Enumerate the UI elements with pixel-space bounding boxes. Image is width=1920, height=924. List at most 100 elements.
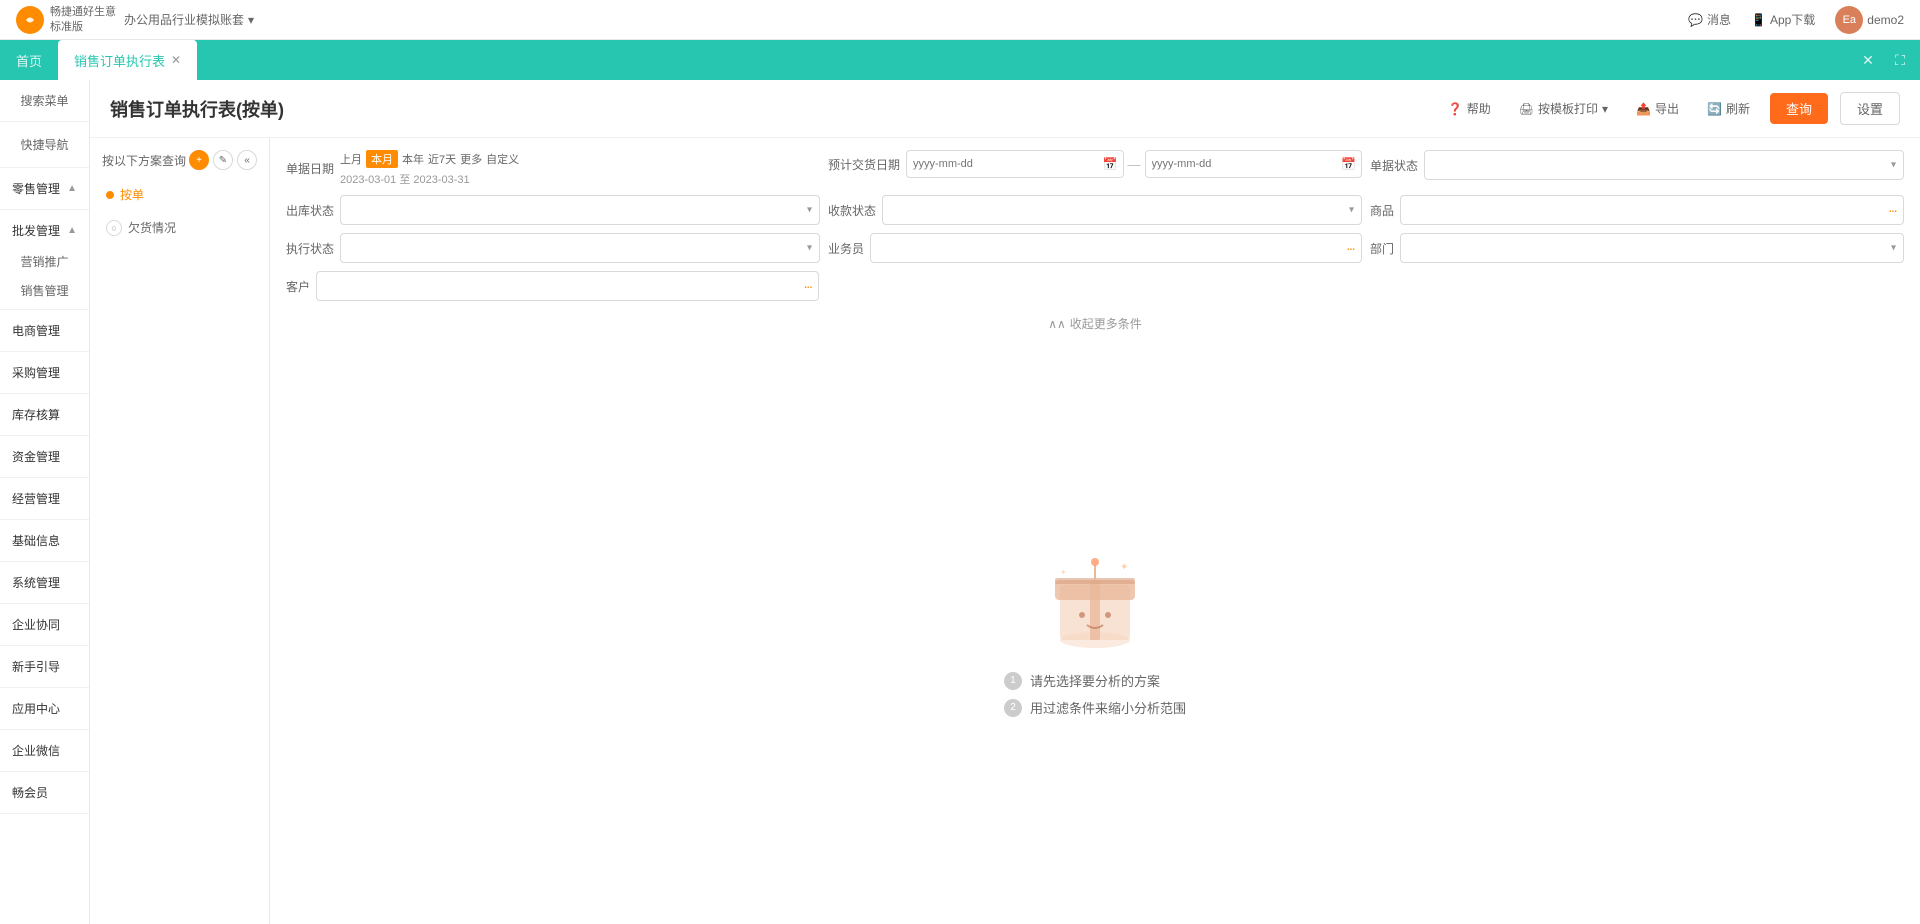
expected-date-end-input[interactable]	[1145, 150, 1363, 178]
sidebar-item-inventory[interactable]: 库存核算	[0, 398, 89, 431]
filter-row-1: 单据日期 上月 本月 本年 近7天 更多 自定义 20	[286, 150, 1904, 187]
sidebar-item-finance[interactable]: 资金管理	[0, 440, 89, 473]
date-range-display: 2023-03-01 至 2023-03-31	[340, 171, 820, 187]
help-icon: ❓	[1448, 102, 1463, 116]
filter-form-results: 单据日期 上月 本月 本年 近7天 更多 自定义 20	[270, 138, 1920, 924]
sidebar-group-purchase: 采购管理	[0, 352, 89, 394]
shortcut-last-month[interactable]: 上月	[340, 151, 362, 167]
tab-bar-actions: ✕ ⛶	[1856, 48, 1920, 72]
filter-sidebar-icons: + ✎ «	[189, 150, 257, 170]
refresh-btn[interactable]: 🔄 刷新	[1699, 96, 1758, 121]
expected-date-start-wrap: 📅	[906, 150, 1124, 178]
sidebar-search-section: 搜索菜单	[0, 80, 89, 122]
tab-close-icon[interactable]: ✕	[171, 53, 181, 67]
page-actions: ❓ 帮助 🖨 按模板打印 ▾ 📤 导出 🔄 刷新 查询 设置	[1440, 92, 1900, 137]
tab-expand-icon[interactable]: ⛶	[1888, 48, 1912, 72]
add-scheme-btn[interactable]: +	[189, 150, 209, 170]
sidebar-item-system[interactable]: 系统管理	[0, 566, 89, 599]
sidebar-item-wholesale[interactable]: 批发管理 ▲	[0, 214, 89, 247]
sidebar-group-member: 畅会员	[0, 772, 89, 814]
collect-status-label: 收款状态	[828, 202, 876, 219]
expected-date-start-input[interactable]	[906, 150, 1124, 178]
filter-scheme-by-order[interactable]: 按单	[90, 178, 269, 211]
sidebar-item-appstore[interactable]: 应用中心	[0, 692, 89, 725]
sidebar-item-enterprise[interactable]: 企业协同	[0, 608, 89, 641]
quick-nav-item[interactable]: 快捷导航	[0, 128, 89, 161]
filter-field-collect-status: 收款状态 ▾	[828, 195, 1362, 225]
order-status-select[interactable]	[1424, 150, 1904, 180]
export-btn[interactable]: 📤 导出	[1628, 96, 1687, 121]
filter-field-salesperson: 业务员 ···	[828, 233, 1362, 263]
page-header: 销售订单执行表(按单) ❓ 帮助 🖨 按模板打印 ▾ 📤 导出 🔄 刷新	[90, 80, 1920, 138]
order-status-label: 单据状态	[1370, 157, 1418, 174]
header-left: 畅捷通好生意 标准版 办公用品行业模拟账套 ▾	[16, 5, 254, 34]
filter-row-2: 出库状态 ▾ 收款状态 ▾	[286, 195, 1904, 225]
sidebar-item-ecommerce[interactable]: 电商管理	[0, 314, 89, 347]
app-download-btn[interactable]: 📱 App下载	[1751, 11, 1815, 28]
logo-icon	[16, 6, 44, 34]
dept-select[interactable]	[1400, 233, 1904, 263]
sidebar-group-wholesale: 批发管理 ▲ 营销推广 销售管理	[0, 210, 89, 310]
sidebar-item-newbie[interactable]: 新手引导	[0, 650, 89, 683]
quick-nav-section: 快捷导航	[0, 122, 89, 168]
settings-btn[interactable]: 设置	[1840, 92, 1900, 125]
empty-illustration: ✦ ✦	[1040, 545, 1150, 655]
customer-input[interactable]	[316, 271, 819, 301]
search-menu-btn[interactable]: 搜索菜单	[8, 88, 81, 113]
salesperson-label: 业务员	[828, 240, 864, 257]
exec-status-select[interactable]	[340, 233, 820, 263]
main-layout: 搜索菜单 快捷导航 零售管理 ▲ 批发管理 ▲ 营销推广 销售管理 电商管理	[0, 80, 1920, 924]
tab-sales-order-exec[interactable]: 销售订单执行表 ✕	[58, 40, 197, 80]
filter-field-ship-status: 出库状态 ▾	[286, 195, 820, 225]
sidebar-item-wechat[interactable]: 企业微信	[0, 734, 89, 767]
date-separator: —	[1128, 157, 1141, 172]
sidebar-item-purchase[interactable]: 采购管理	[0, 356, 89, 389]
shortcut-this-year[interactable]: 本年	[402, 151, 424, 167]
header-right: 💬 消息 📱 App下载 Ea demo2	[1688, 6, 1904, 34]
sidebar-group-wechat: 企业微信	[0, 730, 89, 772]
shortcut-7days[interactable]: 近7天	[428, 151, 456, 167]
empty-tip-1: 1 请先选择要分析的方案	[1004, 671, 1186, 690]
wholesale-arrow-icon: ▲	[67, 225, 77, 236]
shortcut-more[interactable]: 更多	[460, 151, 482, 167]
query-btn[interactable]: 查询	[1770, 93, 1828, 124]
collect-status-select[interactable]	[882, 195, 1362, 225]
edit-scheme-btn[interactable]: ✎	[213, 150, 233, 170]
cal-end-icon: 📅	[1341, 157, 1356, 171]
sidebar-item-basic[interactable]: 基础信息	[0, 524, 89, 557]
message-btn[interactable]: 💬 消息	[1688, 11, 1731, 28]
industry-dropdown[interactable]: 办公用品行业模拟账套 ▾	[124, 11, 254, 28]
sidebar-item-sales[interactable]: 销售管理	[0, 276, 89, 305]
collapse-bar[interactable]: ∧∧ 收起更多条件	[286, 309, 1904, 338]
help-btn[interactable]: ❓ 帮助	[1440, 96, 1499, 121]
date-shortcuts-row: 上月 本月 本年 近7天 更多 自定义	[340, 150, 820, 168]
sidebar-item-retail[interactable]: 零售管理 ▲	[0, 172, 89, 205]
salesperson-input[interactable]	[870, 233, 1362, 263]
sidebar-group-finance: 资金管理	[0, 436, 89, 478]
content-area: 销售订单执行表(按单) ❓ 帮助 🖨 按模板打印 ▾ 📤 导出 🔄 刷新	[90, 80, 1920, 924]
filter-field-expected-date: 预计交货日期 📅 — 📅	[828, 150, 1362, 178]
sidebar-group-enterprise: 企业协同	[0, 604, 89, 646]
collapse-sidebar-btn[interactable]: «	[237, 150, 257, 170]
ship-status-label: 出库状态	[286, 202, 334, 219]
tip-1-icon: 1	[1004, 672, 1022, 690]
goods-input[interactable]	[1400, 195, 1904, 225]
print-btn[interactable]: 🖨 按模板打印 ▾	[1511, 96, 1616, 121]
collapse-up-icon: ∧∧	[1048, 317, 1066, 331]
tab-home[interactable]: 首页	[0, 40, 58, 80]
sidebar-item-member[interactable]: 畅会员	[0, 776, 89, 809]
filter-field-order-status: 单据状态 ▾	[1370, 150, 1904, 180]
sidebar-group-newbie: 新手引导	[0, 646, 89, 688]
user-area[interactable]: Ea demo2	[1835, 6, 1904, 34]
tab-close-window-icon[interactable]: ✕	[1856, 48, 1880, 72]
filter-field-dept: 部门 ▾	[1370, 233, 1904, 263]
ship-status-select[interactable]	[340, 195, 820, 225]
shortcut-this-month[interactable]: 本月	[366, 150, 398, 168]
sidebar-item-marketing[interactable]: 营销推广	[0, 247, 89, 276]
sidebar-item-operation[interactable]: 经营管理	[0, 482, 89, 515]
filter-scheme-by-debt[interactable]: ○ 欠货情况	[90, 211, 269, 244]
active-dot-icon	[106, 191, 114, 199]
shortcut-custom[interactable]: 自定义	[486, 151, 519, 167]
avatar: Ea	[1835, 6, 1863, 34]
sidebar-group-appstore: 应用中心	[0, 688, 89, 730]
